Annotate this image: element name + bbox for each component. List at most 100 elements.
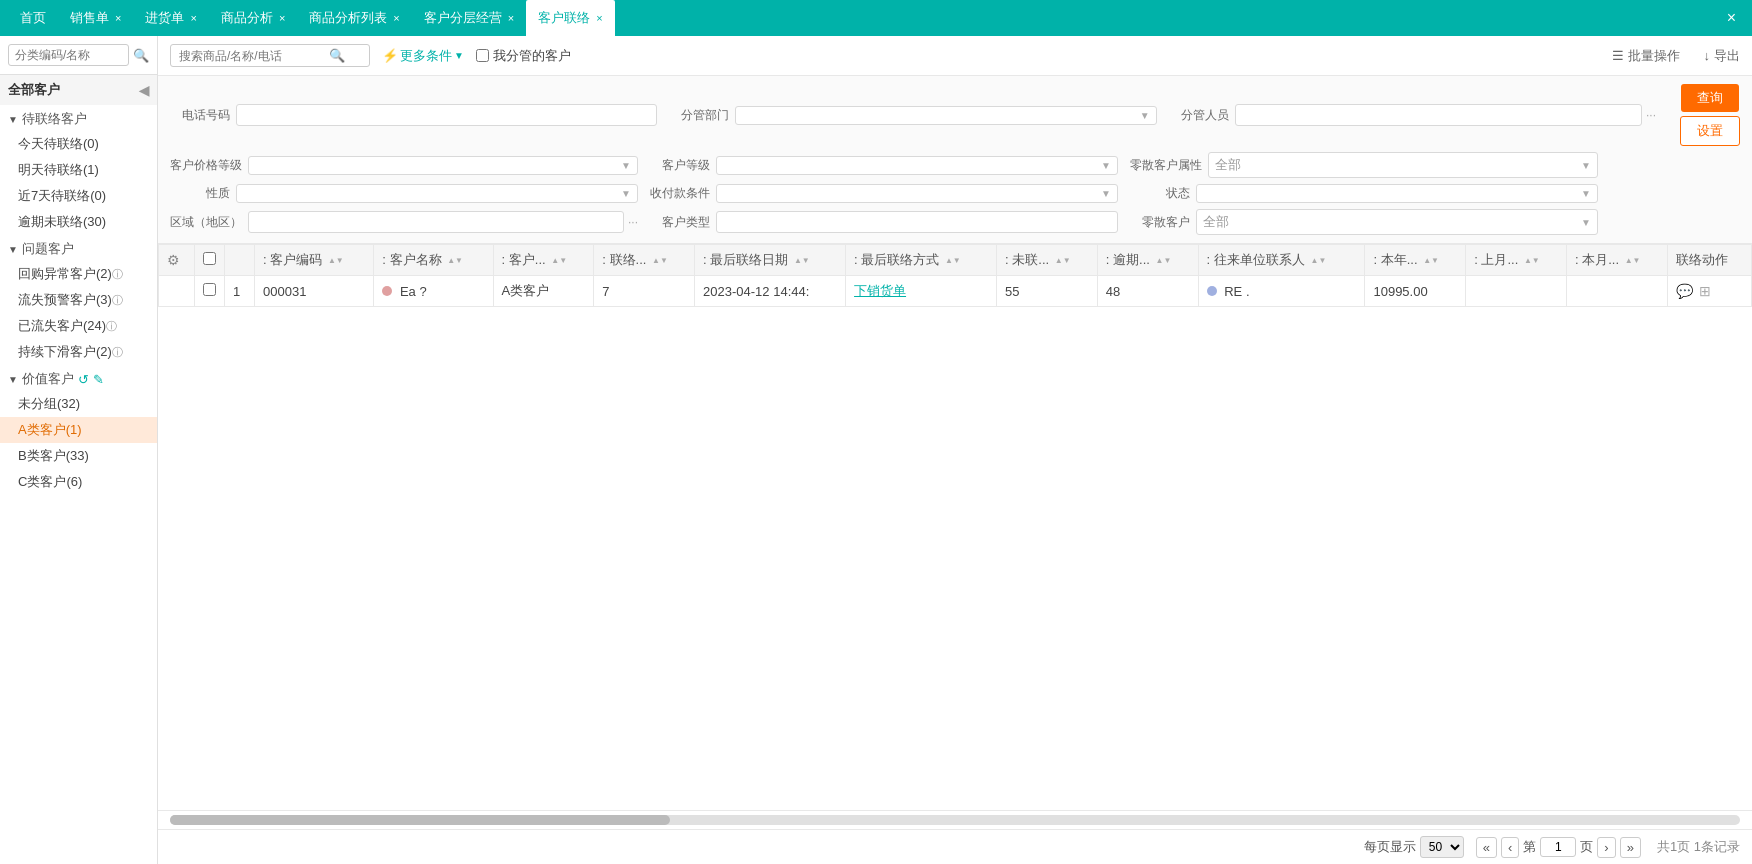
refresh-icon[interactable]: ↺ [78,372,89,387]
last-method-link[interactable]: 下销货单 [854,283,906,298]
filter-retail-attr-select[interactable]: 全部 ▼ [1208,152,1598,178]
filter-customer-level-label: 客户等级 [650,157,710,174]
window-close-button[interactable]: × [1719,9,1744,27]
sort-last-method-icon[interactable]: ▲▼ [945,256,961,265]
row-checkbox[interactable] [203,283,216,296]
filter-dept-select[interactable]: ▼ [735,106,1156,125]
filter-manager-input[interactable] [1235,104,1642,126]
chevron-level-icon: ▼ [1101,160,1111,171]
nav-tab-purchase[interactable]: 进货单 × [133,0,208,36]
sidebar-item-declining[interactable]: 持续下滑客户(2) ⓘ [0,339,157,365]
main-search-input[interactable] [179,49,329,63]
sidebar-item-a-class[interactable]: A类客户(1) [0,417,157,443]
filter-nature-label: 性质 [170,185,230,202]
sidebar-item-tomorrow[interactable]: 明天待联络(1) [0,157,157,183]
nav-home[interactable]: 首页 [8,0,58,36]
last-page-btn[interactable]: » [1620,837,1641,858]
sidebar-item-overdue[interactable]: 逾期未联络(30) [0,209,157,235]
page-size-label: 每页显示 [1364,838,1416,856]
col-contact: : 联络... ▲▼ [594,245,695,276]
sidebar-search-input[interactable] [8,44,129,66]
filter-retail-customer-select[interactable]: 全部 ▼ [1196,209,1598,235]
group-value-customers[interactable]: ▼ 价值客户 ↺ ✎ [0,365,157,391]
prev-page-btn[interactable]: ‹ [1501,837,1519,858]
nav-tab-product-analysis[interactable]: 商品分析 × [209,0,297,36]
filter-payment-select[interactable]: ▼ [716,184,1118,203]
sort-overdue-icon[interactable]: ▲▼ [1156,256,1172,265]
scroll-thumb[interactable] [170,815,670,825]
filter-dept-label: 分管部门 [669,107,729,124]
sort-unit-contact-icon[interactable]: ▲▼ [1310,256,1326,265]
filter-price-select[interactable]: ▼ [248,156,638,175]
row-checkbox-cell [195,276,225,307]
filter-customer-type-input[interactable] [716,211,1118,233]
batch-operation-btn[interactable]: ☰ 批量操作 [1612,47,1680,65]
manager-ellipsis-icon[interactable]: ··· [1646,108,1656,122]
nav-tab-sales[interactable]: 销售单 × [58,0,133,36]
sort-last-month-icon[interactable]: ▲▼ [1524,256,1540,265]
group-arrow-3: ▼ [8,374,18,385]
filter-customer-level-select[interactable]: ▼ [716,156,1118,175]
sidebar-item-b-class[interactable]: B类客户(33) [0,443,157,469]
filter-nature-select[interactable]: ▼ [236,184,638,203]
settings-button[interactable]: 设置 [1680,116,1740,146]
main-search-icon[interactable]: 🔍 [329,48,345,63]
col-last-month: : 上月... ▲▼ [1466,245,1567,276]
sort-name-icon[interactable]: ▲▼ [447,256,463,265]
more-filter-btn[interactable]: ⚡ 更多条件 ▼ [382,47,464,65]
my-customer-checkbox-wrap[interactable]: 我分管的客户 [476,47,571,65]
close-product-tab[interactable]: × [279,12,285,24]
close-sales-tab[interactable]: × [115,12,121,24]
page-size-select[interactable]: 50 [1420,836,1464,858]
filter-phone-input[interactable] [236,104,657,126]
table-settings-icon[interactable]: ⚙ [167,252,180,268]
close-purchase-tab[interactable]: × [190,12,196,24]
select-all-checkbox[interactable] [203,252,216,265]
filter-region-input[interactable] [248,211,624,233]
next-page-btn[interactable]: › [1597,837,1615,858]
sort-this-month-icon[interactable]: ▲▼ [1625,256,1641,265]
sidebar-item-today[interactable]: 今天待联络(0) [0,131,157,157]
row-last-date-cell: 2023-04-12 14:44: [695,276,846,307]
qr-action-icon[interactable]: ⊞ [1699,283,1711,299]
group-pending-contact[interactable]: ▼ 待联络客户 [0,105,157,131]
sidebar-item-repurchase-anomaly[interactable]: 回购异常客户(2) ⓘ [0,261,157,287]
sidebar-item-c-class[interactable]: C类客户(6) [0,469,157,495]
edit-group-icon[interactable]: ✎ [93,372,104,387]
first-page-btn[interactable]: « [1476,837,1497,858]
unit-contact-color-dot [1207,286,1217,296]
sort-category-icon[interactable]: ▲▼ [551,256,567,265]
all-customers-header[interactable]: 全部客户 ◀ [0,75,157,105]
sidebar-item-churn-warning[interactable]: 流失预警客户(3) ⓘ [0,287,157,313]
sort-code-icon[interactable]: ▲▼ [328,256,344,265]
sort-this-year-icon[interactable]: ▲▼ [1423,256,1439,265]
group-problem-customers[interactable]: ▼ 问题客户 [0,235,157,261]
sidebar-item-7days[interactable]: 近7天待联络(0) [0,183,157,209]
nav-tab-product-list[interactable]: 商品分析列表 × [297,0,411,36]
close-customer-contact-tab[interactable]: × [596,12,602,24]
filter-price-label: 客户价格等级 [170,157,242,174]
close-customer-tier-tab[interactable]: × [508,12,514,24]
sidebar-item-ungrouped[interactable]: 未分组(32) [0,391,157,417]
sort-no-contact-icon[interactable]: ▲▼ [1055,256,1071,265]
region-ellipsis-icon[interactable]: ··· [628,215,638,229]
sort-last-date-icon[interactable]: ▲▼ [794,256,810,265]
close-product-list-tab[interactable]: × [393,12,399,24]
export-btn[interactable]: ↓ 导出 [1704,47,1741,65]
query-button[interactable]: 查询 [1681,84,1739,112]
nav-tab-customer-contact[interactable]: 客户联络 × [526,0,614,36]
col-code: : 客户编码 ▲▼ [255,245,374,276]
page-input[interactable] [1540,837,1576,857]
sidebar-search-icon[interactable]: 🔍 [133,48,149,63]
action-icons-group: 💬 ⊞ [1676,283,1743,299]
sidebar-item-churned[interactable]: 已流失客户(24) ⓘ [0,313,157,339]
filter-row-4: 区域（地区） ··· 客户类型 零散客户 全部 ▼ [170,209,1740,235]
sort-contact-icon[interactable]: ▲▼ [652,256,668,265]
filter-status-select[interactable]: ▼ [1196,184,1598,203]
nav-tab-customer-tier[interactable]: 客户分层经营 × [412,0,526,36]
help-icon-2: ⓘ [112,293,123,308]
help-icon-1: ⓘ [112,267,123,282]
sidebar-collapse-icon[interactable]: ◀ [139,83,149,98]
my-customer-checkbox[interactable] [476,49,489,62]
chat-action-icon[interactable]: 💬 [1676,283,1693,299]
